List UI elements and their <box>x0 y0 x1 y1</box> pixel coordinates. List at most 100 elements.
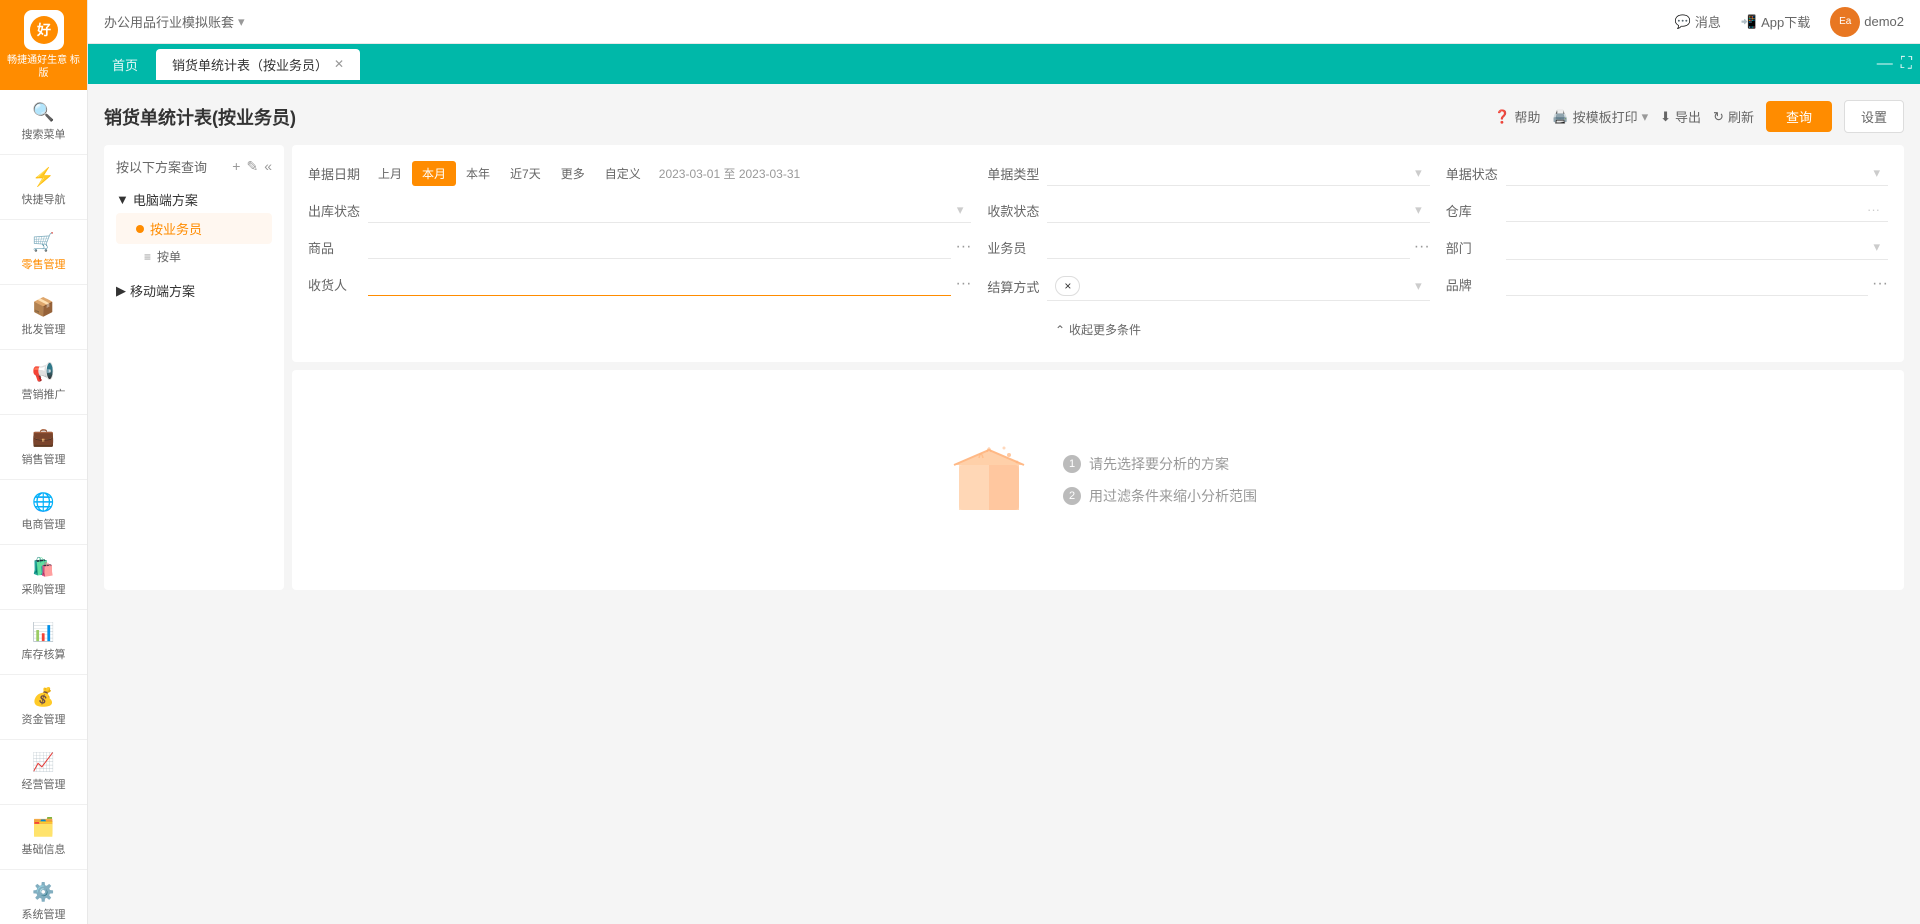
username: demo2 <box>1864 14 1904 29</box>
collapse-label: 收起更多条件 <box>1069 321 1141 338</box>
user-menu[interactable]: Ea demo2 <box>1830 7 1904 37</box>
filter-item-salesperson: 业务员 ··· <box>987 235 1429 259</box>
collapse-button[interactable]: ⌃ 收起更多条件 <box>1055 321 1141 338</box>
account-dropdown[interactable]: 办公用品行业模拟账套 ▾ <box>104 12 245 31</box>
brand-label: 品牌 <box>1446 275 1506 294</box>
sidebar-item-quicknav[interactable]: ⚡ 快捷导航 <box>0 155 87 220</box>
date-btn-this-year[interactable]: 本年 <box>456 161 500 186</box>
salesperson-dots[interactable]: ··· <box>1414 238 1430 256</box>
sidebar-item-label: 经营管理 <box>22 776 66 792</box>
refresh-btn[interactable]: ↻ 刷新 <box>1713 107 1754 126</box>
filter-card: 单据日期 上月 本月 本年 近7天 更多 自定义 2023-03-01 至 20… <box>292 145 1904 362</box>
date-btn-last-month[interactable]: 上月 <box>368 161 412 186</box>
warehouse-select[interactable]: ··· <box>1506 198 1888 222</box>
settlement-select[interactable]: × ▾ <box>1047 272 1429 301</box>
brand-dots[interactable]: ··· <box>1872 275 1888 293</box>
app-download-btn[interactable]: 📲 App下载 <box>1741 12 1810 31</box>
tab-home[interactable]: 首页 <box>96 49 154 80</box>
filter-item-docstatus: 单据状态 ▾ <box>1446 161 1888 186</box>
date-btn-more[interactable]: 更多 <box>551 161 595 186</box>
sidebar-item-sales[interactable]: 💼 销售管理 <box>0 415 87 480</box>
scheme-edit-btn[interactable]: ✎ <box>246 158 258 175</box>
empty-hint-1-text: 请先选择要分析的方案 <box>1089 454 1229 474</box>
sidebar-item-system[interactable]: ⚙️ 系统管理 <box>0 870 87 924</box>
sidebar-item-marketing[interactable]: 📢 营销推广 <box>0 350 87 415</box>
scheme-subitem-label: 按单 <box>157 248 181 265</box>
app-label: App下载 <box>1761 12 1810 31</box>
chevron-down-icon: ▼ <box>116 192 129 207</box>
dropdown-arrow-icon: ▾ <box>238 14 245 30</box>
topbar: 办公用品行业模拟账套 ▾ 💬 消息 📲 App下载 Ea demo2 <box>88 0 1920 44</box>
filter-item-settlement: 结算方式 × ▾ <box>987 272 1429 301</box>
sidebar-item-finance[interactable]: 💰 资金管理 <box>0 675 87 740</box>
scheme-item-salesperson[interactable]: 按业务员 <box>116 213 272 244</box>
tab-close-icon[interactable]: ✕ <box>334 57 344 71</box>
message-icon: 💬 <box>1675 14 1691 30</box>
sidebar-item-label: 销售管理 <box>22 451 66 467</box>
settings-button[interactable]: 设置 <box>1844 100 1904 133</box>
outstatus-select[interactable]: ▾ <box>368 198 971 223</box>
ecommerce-icon: 🌐 <box>32 492 54 513</box>
svg-text:好: 好 <box>36 22 51 38</box>
sidebar-item-operations[interactable]: 📈 经营管理 <box>0 740 87 805</box>
scheme-group-mobile-title[interactable]: ▶ 移动端方案 <box>116 277 272 304</box>
filter-item-product: 商品 ··· <box>308 235 971 259</box>
sidebar-item-purchase[interactable]: 🛍️ 采购管理 <box>0 545 87 610</box>
sidebar-item-label: 营销推广 <box>22 386 66 402</box>
message-btn[interactable]: 💬 消息 <box>1675 12 1721 31</box>
product-input[interactable] <box>368 235 951 259</box>
hint-num-2: 2 <box>1063 487 1081 505</box>
date-btn-7days[interactable]: 近7天 <box>500 161 551 186</box>
tabbar: 首页 销货单统计表（按业务员） ✕ — ⛶ <box>88 44 1920 84</box>
sidebar-item-inventory[interactable]: 📊 库存核算 <box>0 610 87 675</box>
tab-minimize-icon[interactable]: — <box>1877 55 1893 73</box>
sidebar-item-base[interactable]: 🗂️ 基础信息 <box>0 805 87 870</box>
outstatus-label: 出库状态 <box>308 201 368 220</box>
filter-row-3: 商品 ··· 业务员 ··· 部门 <box>308 235 1888 260</box>
filter-item-receiptstatus: 收款状态 ▾ <box>987 198 1429 223</box>
sidebar-item-ecommerce[interactable]: 🌐 电商管理 <box>0 480 87 545</box>
filter-item-brand: 品牌 ··· <box>1446 272 1888 296</box>
outstatus-dropdown-icon: ▾ <box>957 202 964 218</box>
dept-select[interactable]: ▾ <box>1506 235 1888 260</box>
receiptstatus-label: 收款状态 <box>987 201 1047 220</box>
sidebar-item-wholesale[interactable]: 📦 批发管理 <box>0 285 87 350</box>
scheme-subitem-order[interactable]: ≡ 按单 <box>116 244 272 269</box>
docstatus-select[interactable]: ▾ <box>1506 161 1888 186</box>
sidebar-item-search[interactable]: 🔍 搜索菜单 <box>0 90 87 155</box>
scheme-add-btn[interactable]: + <box>232 158 240 175</box>
product-dots[interactable]: ··· <box>955 238 971 256</box>
salesperson-input[interactable] <box>1047 235 1409 259</box>
scheme-item-label: 按业务员 <box>150 219 202 238</box>
help-btn[interactable]: ❓ 帮助 <box>1494 107 1540 126</box>
print-btn[interactable]: 🖨️ 按模板打印 ▾ <box>1552 107 1648 126</box>
sidebar-item-retail[interactable]: 🛒 零售管理 <box>0 220 87 285</box>
tab-report[interactable]: 销货单统计表（按业务员） ✕ <box>156 49 360 80</box>
settlement-label: 结算方式 <box>987 277 1047 296</box>
tab-maximize-icon[interactable]: ⛶ <box>1901 55 1912 73</box>
receiver-label: 收货人 <box>308 275 368 294</box>
hint-num-1: 1 <box>1063 455 1081 473</box>
receiver-dots[interactable]: ··· <box>955 275 971 293</box>
topbar-right: 💬 消息 📲 App下载 Ea demo2 <box>1675 7 1904 37</box>
filter-row-2: 出库状态 ▾ 收款状态 ▾ <box>308 198 1888 223</box>
docstatus-label: 单据状态 <box>1446 164 1506 183</box>
date-btn-custom[interactable]: 自定义 <box>595 161 651 186</box>
filter-item-dept: 部门 ▾ <box>1446 235 1888 260</box>
query-button[interactable]: 查询 <box>1766 101 1832 132</box>
doctype-select[interactable]: ▾ <box>1047 161 1429 186</box>
sidebar-item-label: 零售管理 <box>22 256 66 272</box>
receiver-input[interactable] <box>368 272 951 296</box>
avatar: Ea <box>1830 7 1860 37</box>
settlement-tag-value: × <box>1064 279 1071 293</box>
brand-input[interactable] <box>1506 272 1868 296</box>
tabbar-actions: — ⛶ <box>1877 55 1912 73</box>
print-dropdown-icon: ▾ <box>1642 109 1649 125</box>
page-actions: ❓ 帮助 🖨️ 按模板打印 ▾ ⬇ 导出 ↻ 刷新 查询 设置 <box>1494 100 1904 133</box>
receiptstatus-select[interactable]: ▾ <box>1047 198 1429 223</box>
empty-hint-2-text: 用过滤条件来缩小分析范围 <box>1089 486 1257 506</box>
scheme-collapse-btn[interactable]: « <box>264 158 272 175</box>
date-btn-this-month[interactable]: 本月 <box>412 161 456 186</box>
scheme-group-desktop-title[interactable]: ▼ 电脑端方案 <box>116 186 272 213</box>
export-btn[interactable]: ⬇ 导出 <box>1660 107 1701 126</box>
